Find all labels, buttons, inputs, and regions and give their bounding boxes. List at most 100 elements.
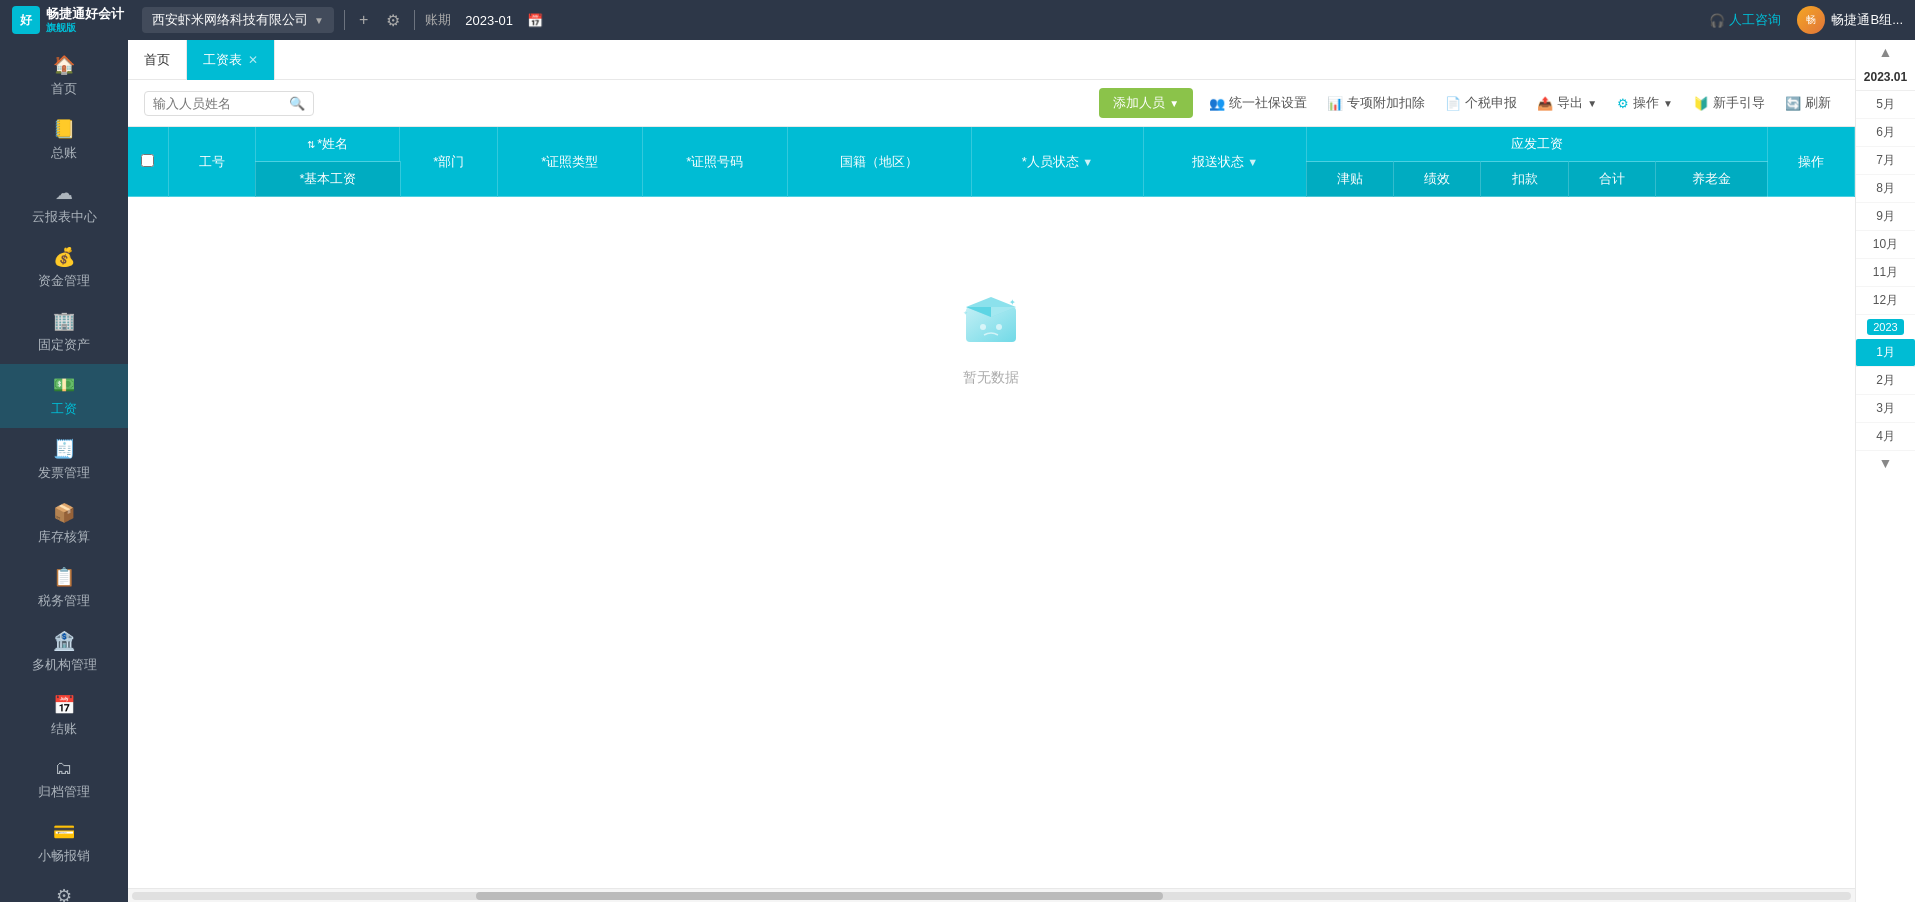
month-item-4月[interactable]: 4月 — [1856, 423, 1915, 451]
toolbar-icon-special-deduct: 📊 — [1327, 96, 1343, 111]
sidebar-item-fixed-assets[interactable]: 🏢固定资产 — [0, 300, 128, 364]
month-item-prev-10月[interactable]: 10月 — [1856, 231, 1915, 259]
settings-icon-btn[interactable]: ⚙ — [382, 7, 404, 34]
add-icon-btn[interactable]: + — [355, 7, 372, 33]
toolbar-action-export[interactable]: 📤导出▼ — [1529, 90, 1605, 116]
month-item-1月[interactable]: 1月 — [1856, 339, 1915, 367]
toolbar-action-guide-new[interactable]: 🔰新手引导 — [1685, 90, 1773, 116]
th-country: 国籍（地区） — [787, 127, 971, 197]
sidebar-label-inventory: 库存核算 — [38, 528, 90, 546]
th-id-type: *证照类型 — [497, 127, 642, 197]
sort-icon: ⇅ — [307, 139, 315, 150]
user-name[interactable]: 畅捷通B组... — [1831, 11, 1903, 29]
header-divider — [344, 10, 345, 30]
toolbar-action-refresh[interactable]: 🔄刷新 — [1777, 90, 1839, 116]
month-item-prev-5月[interactable]: 5月 — [1856, 91, 1915, 119]
th-operations: 操作 — [1767, 127, 1854, 197]
search-wrapper: 🔍 — [144, 91, 314, 116]
sidebar-icon-close: 📅 — [53, 694, 75, 716]
toolbar-icon-export: 📤 — [1537, 96, 1553, 111]
sidebar-item-salary[interactable]: 💵工资 — [0, 364, 128, 428]
sidebar-icon-ledger: 📒 — [53, 118, 75, 140]
app-logo-icon: 好 — [12, 6, 40, 34]
tab-close-salary-table[interactable]: ✕ — [248, 53, 258, 67]
sidebar-item-ledger[interactable]: 📒 总账 — [0, 108, 128, 172]
report-filter-icon[interactable]: ▼ — [1247, 156, 1258, 168]
sidebar-label-home: 首页 — [51, 80, 77, 98]
dropdown-icon: ▼ — [1663, 98, 1673, 109]
user-service-btn[interactable]: 🎧 人工咨询 — [1709, 11, 1781, 29]
status-filter-icon[interactable]: ▼ — [1082, 156, 1093, 168]
month-item-prev-11月[interactable]: 11月 — [1856, 259, 1915, 287]
app-edition: 旗舰版 — [46, 22, 124, 34]
calendar-icon[interactable]: 📅 — [527, 13, 543, 28]
month-item-prev-9月[interactable]: 9月 — [1856, 203, 1915, 231]
sidebar-item-inventory[interactable]: 📦 库存核算 — [0, 492, 128, 556]
header-right: 🎧 人工咨询 畅 畅捷通B组... — [1709, 6, 1903, 34]
th-emp-no: 工号 — [168, 127, 255, 197]
right-panel: ▲ 2023.01 5月6月7月8月9月10月11月12月20231月2月3月4… — [1855, 40, 1915, 902]
th-checkbox[interactable] — [128, 127, 168, 197]
toolbar-action-social-settings[interactable]: 👥统一社保设置 — [1201, 90, 1315, 116]
month-item-prev-8月[interactable]: 8月 — [1856, 175, 1915, 203]
period-value: 2023-01 — [465, 13, 513, 28]
th-base-salary: *基本工资 — [255, 162, 400, 197]
header-divider-2 — [414, 10, 415, 30]
sidebar-item-cloud-report[interactable]: ☁云报表中心 — [0, 172, 128, 236]
month-item-prev-12月[interactable]: 12月 — [1856, 287, 1915, 315]
sidebar-item-archive[interactable]: 🗂归档管理 — [0, 748, 128, 811]
toolbar-label-export: 导出 — [1557, 94, 1583, 112]
toolbar-label-special-deduct: 专项附加扣除 — [1347, 94, 1425, 112]
sidebar-label-invoice: 发票管理 — [38, 464, 90, 482]
month-item-prev-6月[interactable]: 6月 — [1856, 119, 1915, 147]
panel-down-btn[interactable]: ▼ — [1856, 451, 1915, 475]
month-item-2月[interactable]: 2月 — [1856, 367, 1915, 395]
sidebar-label-multi-org: 多机构管理 — [32, 656, 97, 674]
period-label: 账期 — [425, 11, 451, 29]
sidebar-icon-inventory: 📦 — [53, 502, 75, 524]
tab-bar: 首页工资表 ✕ — [128, 40, 1855, 80]
sidebar-label-fixed-assets: 固定资产 — [38, 336, 90, 354]
month-item-3月[interactable]: 3月 — [1856, 395, 1915, 423]
sidebar-item-tax[interactable]: 📋税务管理 — [0, 556, 128, 620]
sidebar-item-expense[interactable]: 💳小畅报销 — [0, 811, 128, 875]
sidebar-icon-fund: 💰 — [53, 246, 75, 268]
sidebar-item-fund[interactable]: 💰资金管理 — [0, 236, 128, 300]
toolbar-icon-social-settings: 👥 — [1209, 96, 1225, 111]
th-pension: 养老金 — [1656, 162, 1768, 197]
right-panel-months: 5月6月7月8月9月10月11月12月20231月2月3月4月 — [1856, 91, 1915, 451]
month-item-prev-7月[interactable]: 7月 — [1856, 147, 1915, 175]
sidebar-icon-archive: 🗂 — [55, 758, 73, 779]
tab-home[interactable]: 首页 — [128, 40, 187, 80]
sidebar-item-multi-org[interactable]: 🏦多机构管理 — [0, 620, 128, 684]
toolbar-label-guide-new: 新手引导 — [1713, 94, 1765, 112]
toolbar-icon-operations: ⚙ — [1617, 96, 1629, 111]
salary-table: 工号 ⇅ *姓名 *部门 *证照类型 *证照号码 国籍（地区） *人员状态 ▼ … — [128, 127, 1855, 467]
panel-up-btn[interactable]: ▲ — [1856, 40, 1915, 64]
sidebar-label-expense: 小畅报销 — [38, 847, 90, 865]
select-all-checkbox[interactable] — [141, 154, 154, 167]
sidebar-icon-salary: 💵 — [53, 374, 75, 396]
sidebar-item-home[interactable]: 🏠首页 — [0, 44, 128, 108]
sidebar-item-invoice[interactable]: 🧾发票管理 — [0, 428, 128, 492]
sidebar-item-close[interactable]: 📅结账 — [0, 684, 128, 748]
tab-salary-table[interactable]: 工资表 ✕ — [187, 40, 275, 80]
sidebar-item-settings[interactable]: ⚙基础设置 — [0, 875, 128, 902]
th-total: 合计 — [1568, 162, 1655, 197]
tab-label-salary-table: 工资表 — [203, 51, 242, 69]
sidebar-label-ledger: 总账 — [51, 144, 77, 162]
toolbar-action-special-deduct[interactable]: 📊 专项附加扣除 — [1319, 90, 1433, 116]
company-selector[interactable]: 西安虾米网络科技有限公司 ▼ — [142, 7, 334, 33]
user-info: 畅 畅捷通B组... — [1797, 6, 1903, 34]
bottom-scrollbar[interactable] — [128, 888, 1855, 902]
th-salary-group: 应发工资 — [1306, 127, 1767, 162]
empty-illustration: ✦ ✦ — [951, 277, 1031, 357]
toolbar: 🔍 添加人员 ▼ 👥统一社保设置 📊 专项附加扣除 📄个税申报 📤 导出 ▼⚙操作▼🔰新手引… — [128, 80, 1855, 127]
scrollbar-thumb[interactable] — [476, 892, 1164, 900]
search-input[interactable] — [153, 96, 283, 111]
sidebar-icon-tax: 📋 — [53, 566, 75, 588]
toolbar-action-operations[interactable]: ⚙操作▼ — [1609, 90, 1681, 116]
add-person-button[interactable]: 添加人员 ▼ — [1099, 88, 1193, 118]
add-person-label: 添加人员 — [1113, 94, 1165, 112]
toolbar-action-personal-tax[interactable]: 📄个税申报 — [1437, 90, 1525, 116]
